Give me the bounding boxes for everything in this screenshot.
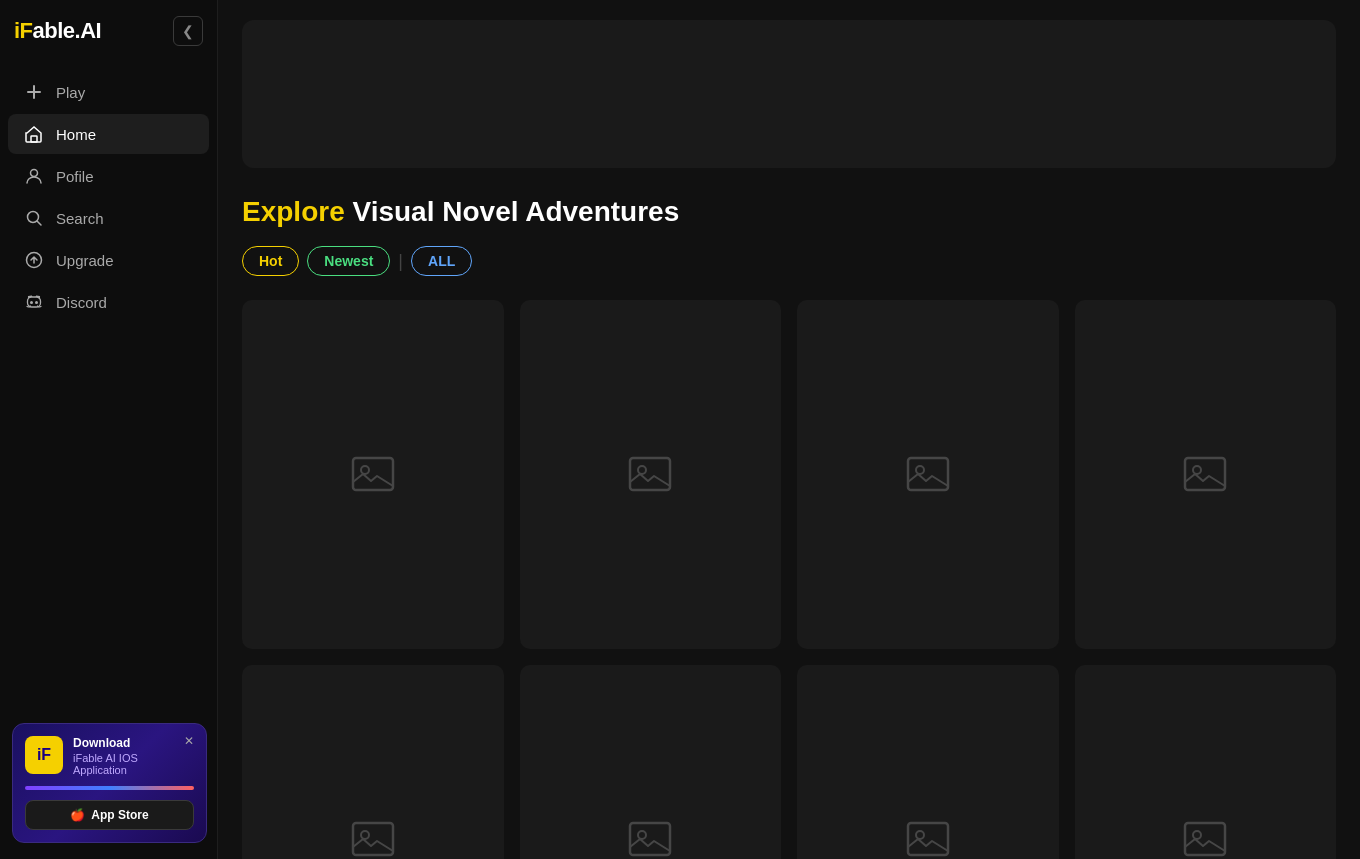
filter-tab-all[interactable]: ALL: [411, 246, 472, 276]
banner-text: Download iFable AI IOS Application: [73, 736, 194, 776]
svg-point-10: [638, 466, 646, 474]
banner-app-name: iFable AI IOS Application: [73, 752, 194, 776]
novel-card-8[interactable]: [1075, 665, 1337, 859]
sidebar-item-discord[interactable]: Discord: [8, 282, 209, 322]
app-store-button[interactable]: 🍎 App Store: [25, 800, 194, 830]
svg-rect-7: [353, 458, 393, 490]
svg-point-14: [1193, 466, 1201, 474]
search-icon: [24, 208, 44, 228]
sidebar-item-search-label: Search: [56, 210, 104, 227]
banner-gradient-bar: [25, 786, 194, 790]
svg-rect-17: [630, 823, 670, 855]
svg-rect-0: [31, 136, 37, 142]
svg-point-12: [916, 466, 924, 474]
svg-rect-4: [28, 297, 41, 307]
filter-tabs: Hot Newest | ALL: [242, 246, 1336, 276]
upgrade-icon: [24, 250, 44, 270]
svg-point-6: [35, 301, 38, 304]
filter-divider: |: [398, 251, 403, 272]
logo-rest: able.AI: [33, 18, 102, 43]
sidebar-item-profile-label: Pofile: [56, 168, 94, 185]
svg-rect-11: [908, 458, 948, 490]
banner-close-button[interactable]: ✕: [180, 732, 198, 750]
sidebar-item-profile[interactable]: Pofile: [8, 156, 209, 196]
banner-top: iF Download iFable AI IOS Application: [25, 736, 194, 776]
plus-icon: [24, 82, 44, 102]
svg-rect-15: [353, 823, 393, 855]
svg-point-2: [28, 212, 39, 223]
sidebar-item-upgrade-label: Upgrade: [56, 252, 114, 269]
novel-card-3[interactable]: [797, 300, 1059, 649]
svg-point-1: [31, 170, 38, 177]
novel-card-5[interactable]: [242, 665, 504, 859]
home-icon: [24, 124, 44, 144]
app-store-label: App Store: [91, 808, 148, 822]
banner-logo: iF: [25, 736, 63, 774]
discord-icon: [24, 292, 44, 312]
novel-grid: [242, 300, 1336, 859]
novel-card-1[interactable]: [242, 300, 504, 649]
section-title-highlight: Explore: [242, 196, 345, 227]
main-content: Explore Visual Novel Adventures Hot Newe…: [218, 0, 1360, 859]
filter-tab-hot[interactable]: Hot: [242, 246, 299, 276]
svg-rect-21: [1185, 823, 1225, 855]
apple-icon: 🍎: [70, 808, 85, 822]
sidebar-item-play[interactable]: Play: [8, 72, 209, 112]
svg-point-22: [1193, 831, 1201, 839]
svg-point-8: [361, 466, 369, 474]
app-store-banner: ✕ iF Download iFable AI IOS Application …: [12, 723, 207, 843]
logo: iFable.AI: [14, 18, 101, 44]
section-title: Explore Visual Novel Adventures: [242, 196, 1336, 228]
hero-banner: [242, 20, 1336, 168]
sidebar-item-discord-label: Discord: [56, 294, 107, 311]
logo-if: iF: [14, 18, 33, 43]
person-icon: [24, 166, 44, 186]
filter-tab-newest[interactable]: Newest: [307, 246, 390, 276]
svg-point-20: [916, 831, 924, 839]
sidebar-item-play-label: Play: [56, 84, 85, 101]
sidebar-item-home-label: Home: [56, 126, 96, 143]
novel-card-7[interactable]: [797, 665, 1059, 859]
section-title-rest: Visual Novel Adventures: [345, 196, 680, 227]
sidebar-item-home[interactable]: Home: [8, 114, 209, 154]
novel-card-6[interactable]: [520, 665, 782, 859]
sidebar-header: iFable.AI ❮: [0, 0, 217, 62]
svg-rect-13: [1185, 458, 1225, 490]
svg-point-16: [361, 831, 369, 839]
svg-rect-19: [908, 823, 948, 855]
sidebar-item-upgrade[interactable]: Upgrade: [8, 240, 209, 280]
sidebar-item-search[interactable]: Search: [8, 198, 209, 238]
novel-card-2[interactable]: [520, 300, 782, 649]
novel-card-4[interactable]: [1075, 300, 1337, 649]
sidebar: iFable.AI ❮ Play Home: [0, 0, 218, 859]
svg-point-5: [30, 301, 33, 304]
collapse-sidebar-button[interactable]: ❮: [173, 16, 203, 46]
svg-rect-9: [630, 458, 670, 490]
banner-download-label: Download: [73, 736, 194, 750]
svg-point-18: [638, 831, 646, 839]
